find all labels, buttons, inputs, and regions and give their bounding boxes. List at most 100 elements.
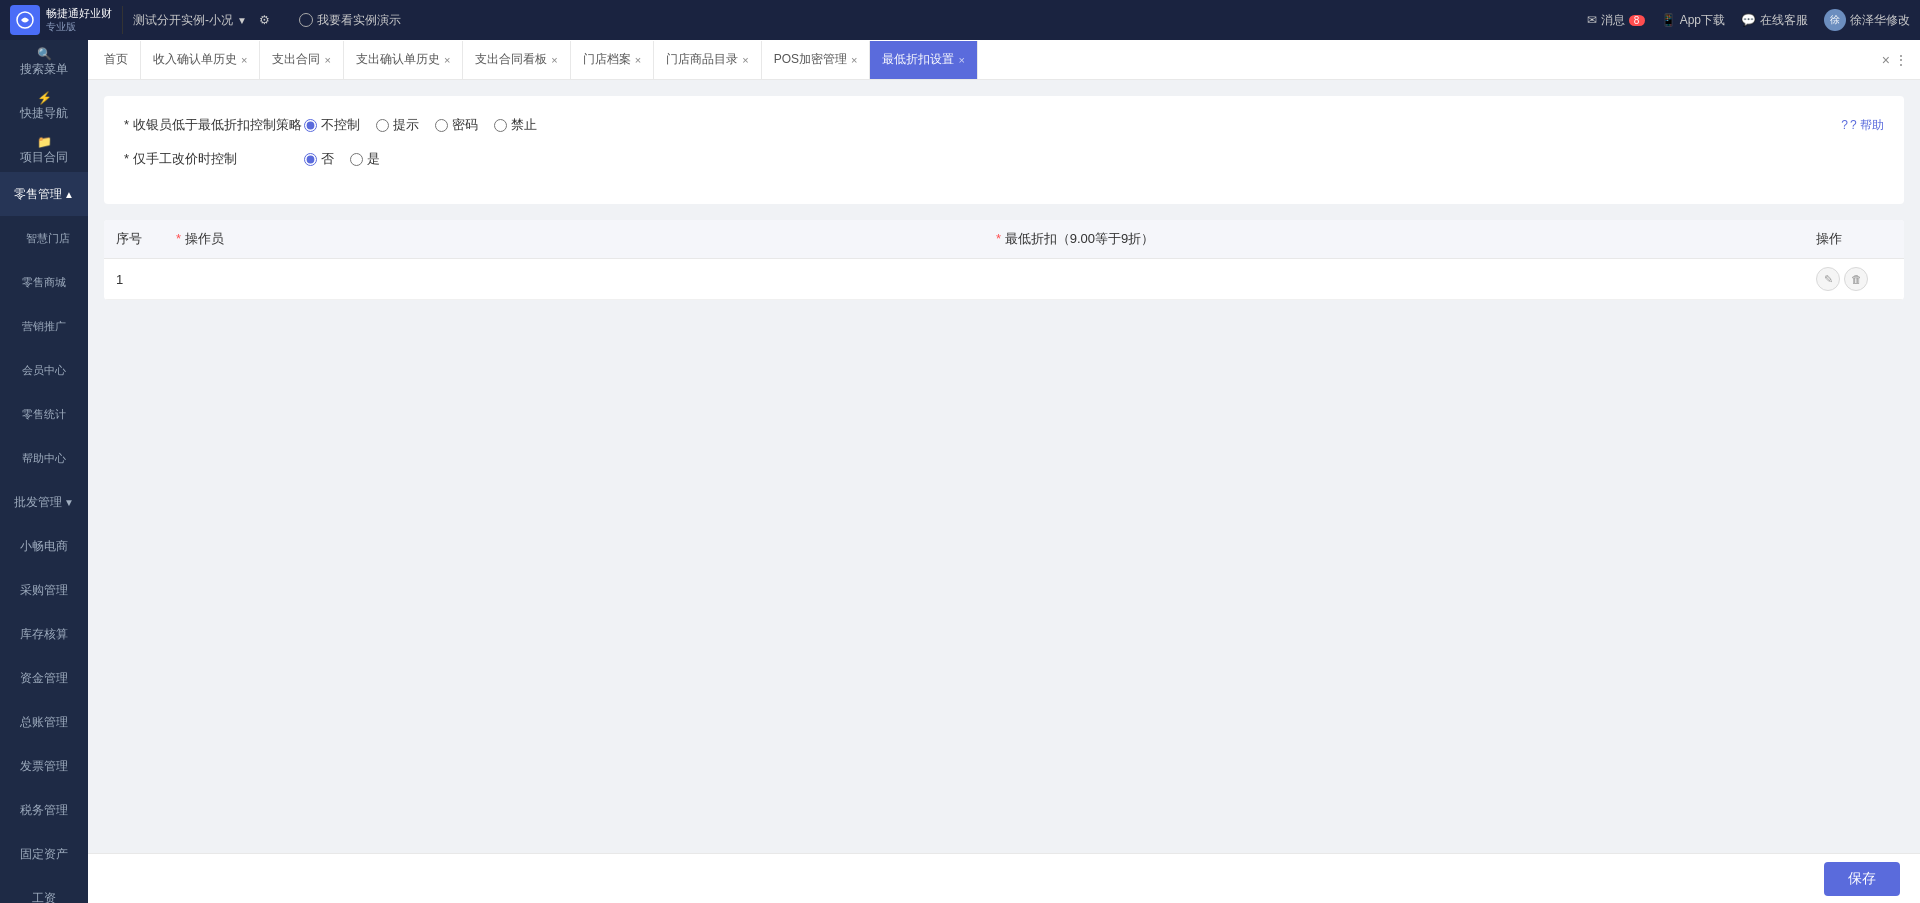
tabs-bar: 首页 收入确认单历史 × 支出合同 × 支出确认单历史 × 支出合同看板 × 门… (88, 40, 1920, 80)
user-name: 徐泽华修改 (1850, 12, 1910, 29)
sidebar-item-online-store[interactable]: 零售商城 (0, 260, 88, 304)
sidebar-item-smart-store[interactable]: 智慧门店 (0, 216, 88, 260)
manual-price-radio-group: 否 是 (304, 150, 380, 168)
service-icon: 💬 (1741, 13, 1756, 27)
radio-no-control[interactable]: 不控制 (304, 116, 360, 134)
tab-income-history[interactable]: 收入确认单历史 × (141, 41, 260, 79)
app-logo: 畅捷通好业财 专业版 (10, 5, 112, 35)
online-service-label: 在线客服 (1760, 12, 1808, 29)
tab-payment-contract-board-label: 支出合同看板 (475, 51, 547, 68)
tab-store-files-close[interactable]: × (635, 54, 641, 66)
sidebar-item-shortcut[interactable]: ⚡ 快捷导航 (0, 84, 88, 128)
radio-forbid[interactable]: 禁止 (494, 116, 537, 134)
sidebar-label-online-store: 零售商城 (22, 275, 66, 290)
radio-no[interactable]: 否 (304, 150, 334, 168)
sidebar-item-payroll[interactable]: 工资 (0, 876, 88, 903)
radio-password[interactable]: 密码 (435, 116, 478, 134)
col-min-discount-required: * (996, 231, 1001, 246)
form-section: * 收银员低于最低折扣控制策略 不控制 提示 密码 (104, 96, 1904, 204)
tabs-end: × ⋮ (1874, 52, 1916, 68)
col-index-label: 序号 (116, 231, 142, 246)
sidebar-label-help: 帮助中心 (22, 451, 66, 466)
help-link[interactable]: ? ? 帮助 (1841, 117, 1884, 134)
radio-password-input[interactable] (435, 119, 448, 132)
tab-payment-confirm-history[interactable]: 支出确认单历史 × (344, 41, 463, 79)
tab-payment-contract[interactable]: 支出合同 × (260, 41, 343, 79)
radio-yes-input[interactable] (350, 153, 363, 166)
sidebar-label-tax: 税务管理 (20, 802, 68, 819)
project-dropdown-icon: ▼ (237, 15, 247, 26)
tab-payment-contract-close[interactable]: × (324, 54, 330, 66)
radio-remind[interactable]: 提示 (376, 116, 419, 134)
sidebar-item-tax[interactable]: 税务管理 (0, 788, 88, 832)
sidebar-label-fixed-assets: 固定资产 (20, 846, 68, 863)
tab-pos-manage[interactable]: POS加密管理 × (762, 41, 871, 79)
cell-operator-1 (164, 259, 984, 299)
tab-income-history-label: 收入确认单历史 (153, 51, 237, 68)
messages-label: 消息 (1601, 12, 1625, 29)
sidebar-item-inventory[interactable]: 库存核算 (0, 612, 88, 656)
help-icon: ? (1841, 118, 1848, 132)
project-settings-icon[interactable]: ⚙ (251, 6, 279, 34)
user-profile-btn[interactable]: 徐 徐泽华修改 (1824, 9, 1910, 31)
sidebar-item-fixed-assets[interactable]: 固定资产 (0, 832, 88, 876)
project-selector[interactable]: 测试分开实例-小况 ▼ ⚙ (122, 6, 289, 34)
project-name: 测试分开实例-小况 (133, 12, 233, 29)
tab-home-label: 首页 (104, 51, 128, 68)
table-header: 序号 * 操作员 * 最低折扣（9.00等于9折） 操作 (104, 220, 1904, 259)
sidebar-item-ecommerce[interactable]: 小畅电商 (0, 524, 88, 568)
sidebar-item-project[interactable]: 📁 项目合同 (0, 128, 88, 172)
sidebar-item-invoice[interactable]: 发票管理 (0, 744, 88, 788)
tab-payment-confirm-history-close[interactable]: × (444, 54, 450, 66)
tab-min-discount-close[interactable]: × (958, 54, 964, 66)
sidebar-item-marketing[interactable]: 营销推广 (0, 304, 88, 348)
radio-remind-label: 提示 (393, 116, 419, 134)
tab-close-all-icon[interactable]: × (1882, 52, 1890, 68)
demo-label: 我要看实例演示 (317, 12, 401, 29)
tab-home[interactable]: 首页 (92, 41, 141, 79)
sidebar-item-finance[interactable]: 资金管理 (0, 656, 88, 700)
sidebar-label-payroll: 工资 (32, 890, 56, 904)
tab-store-products[interactable]: 门店商品目录 × (654, 41, 761, 79)
tab-payment-contract-board[interactable]: 支出合同看板 × (463, 41, 570, 79)
sidebar-item-help[interactable]: 帮助中心 (0, 436, 88, 480)
sidebar-item-ledger[interactable]: 总账管理 (0, 700, 88, 744)
radio-no-control-label: 不控制 (321, 116, 360, 134)
discount-policy-radio-group: 不控制 提示 密码 禁止 (304, 116, 537, 134)
tab-store-files[interactable]: 门店档案 × (571, 41, 654, 79)
content-area: 首页 收入确认单历史 × 支出合同 × 支出确认单历史 × 支出合同看板 × 门… (88, 40, 1920, 903)
app-edition: 专业版 (46, 21, 112, 33)
radio-remind-input[interactable] (376, 119, 389, 132)
radio-no-input[interactable] (304, 153, 317, 166)
sidebar-item-wholesale[interactable]: 批发管理 ▼ (0, 480, 88, 524)
radio-yes[interactable]: 是 (350, 150, 380, 168)
tab-payment-contract-board-close[interactable]: × (551, 54, 557, 66)
online-service-btn[interactable]: 💬 在线客服 (1741, 12, 1808, 29)
demo-link[interactable]: 我要看实例演示 (299, 12, 401, 29)
delete-row-1-btn[interactable]: 🗑 (1844, 267, 1868, 291)
tab-income-history-close[interactable]: × (241, 54, 247, 66)
tab-store-products-close[interactable]: × (742, 54, 748, 66)
sidebar-label-search: 搜索菜单 (20, 61, 68, 78)
edit-row-1-btn[interactable]: ✎ (1816, 267, 1840, 291)
shortcut-icon: ⚡ (37, 91, 52, 105)
save-button[interactable]: 保存 (1824, 862, 1900, 896)
manual-price-row: * 仅手工改价时控制 否 是 (124, 150, 1884, 168)
radio-no-control-input[interactable] (304, 119, 317, 132)
tab-pos-manage-close[interactable]: × (851, 54, 857, 66)
col-min-discount-label: 最低折扣（9.00等于9折） (1005, 231, 1155, 246)
sidebar-item-search[interactable]: 🔍 搜索菜单 (0, 40, 88, 84)
sidebar-item-retail-stats[interactable]: 零售统计 (0, 392, 88, 436)
tab-min-discount[interactable]: 最低折扣设置 × (870, 41, 977, 79)
app-download-btn[interactable]: 📱 App下载 (1661, 12, 1725, 29)
sidebar-item-member[interactable]: 会员中心 (0, 348, 88, 392)
row-index-1: 1 (116, 272, 123, 287)
wholesale-arrow-icon: ▼ (64, 497, 74, 508)
page-content: * 收银员低于最低折扣控制策略 不控制 提示 密码 (88, 80, 1920, 853)
app-download-label: App下载 (1680, 12, 1725, 29)
radio-forbid-input[interactable] (494, 119, 507, 132)
sidebar-item-retail[interactable]: 零售管理 ▲ (0, 172, 88, 216)
sidebar-item-purchase[interactable]: 采购管理 (0, 568, 88, 612)
messages-btn[interactable]: ✉ 消息 8 (1587, 12, 1645, 29)
tab-menu-icon[interactable]: ⋮ (1894, 52, 1908, 68)
